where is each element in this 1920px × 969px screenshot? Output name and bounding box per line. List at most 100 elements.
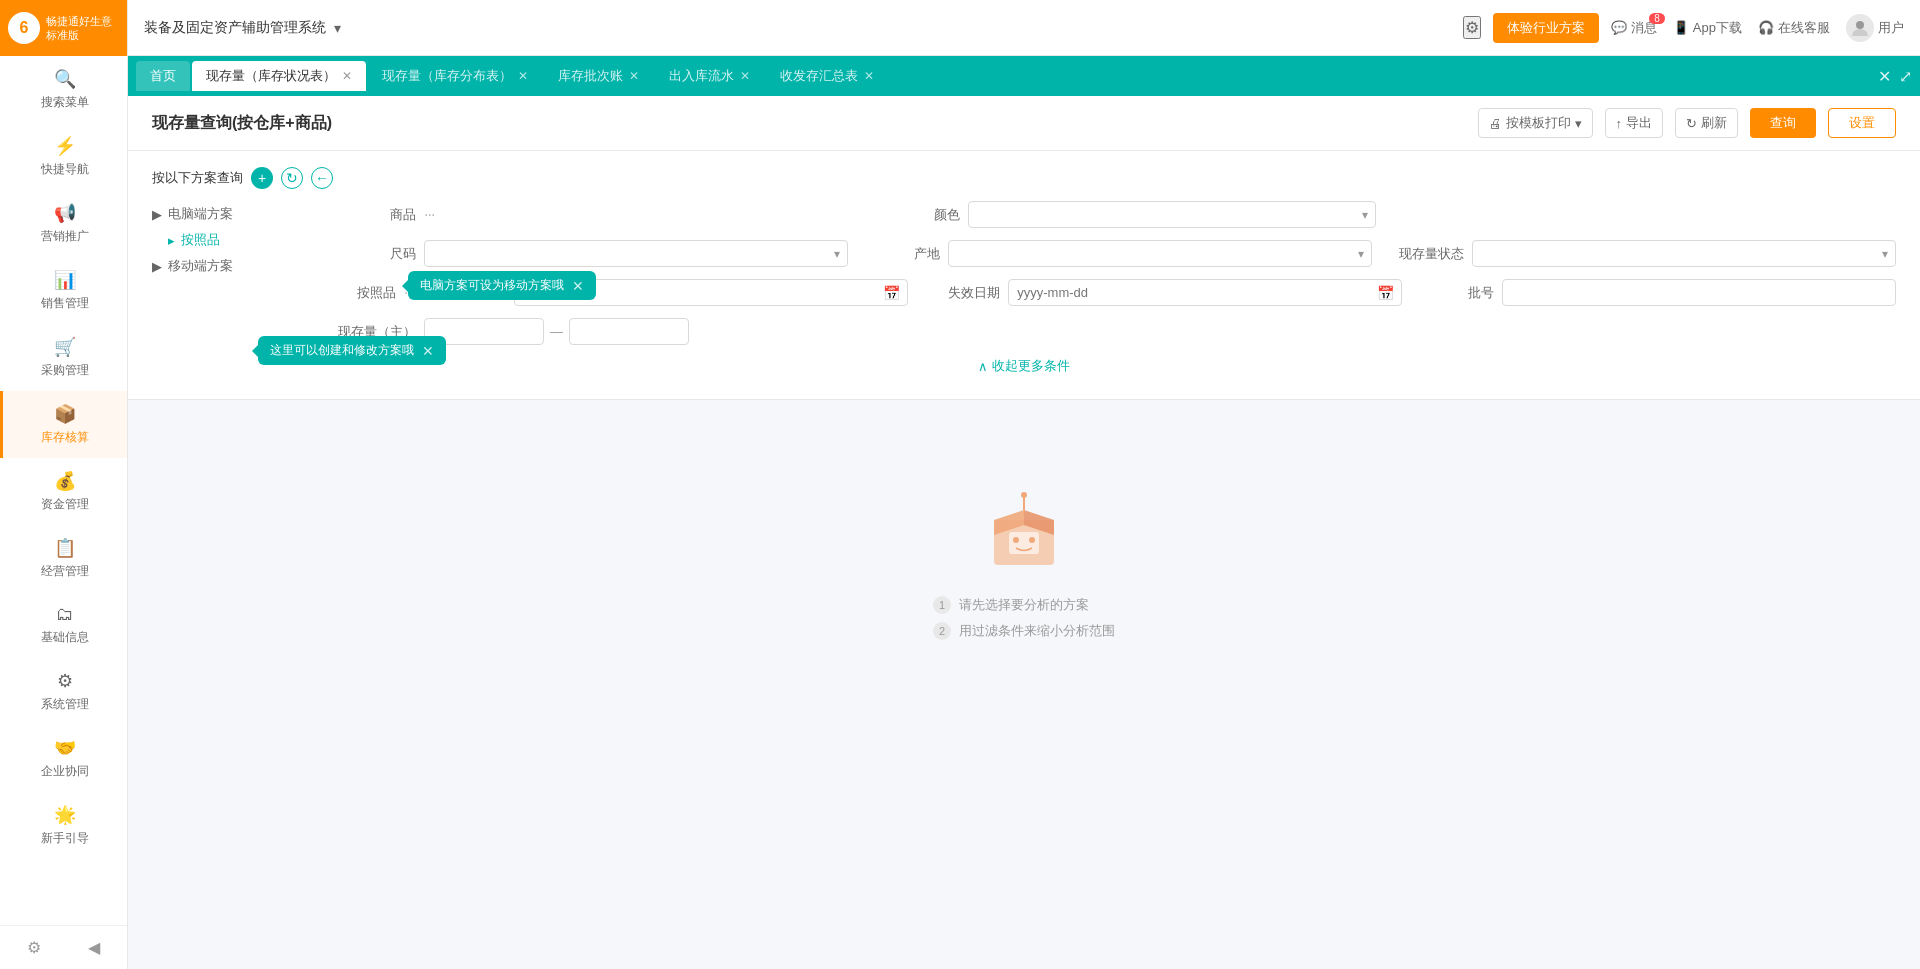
search-button[interactable]: 查询 <box>1750 108 1816 138</box>
topbar: 装备及固定资产辅助管理系统 ▾ ⚙ 体验行业方案 💬 消息 8 📱 App下载 … <box>128 0 1920 56</box>
print-dropdown-icon: ▾ <box>1575 116 1582 131</box>
enterprise-icon: 🤝 <box>54 737 76 759</box>
stock-main-to[interactable] <box>569 318 689 345</box>
sidebar-logo: 6 畅捷通好生意 标准版 <box>0 0 127 56</box>
logo-icon: 6 <box>8 12 40 44</box>
sidebar-item-search-menu[interactable]: 🔍 搜索菜单 <box>0 56 127 123</box>
cycle-scheme-button[interactable]: ↻ <box>281 167 303 189</box>
exp-date-label: 失效日期 <box>920 284 1000 302</box>
sidebar-item-marketing[interactable]: 📢 营销推广 <box>0 190 127 257</box>
print-button[interactable]: 🖨 按模板打印 ▾ <box>1478 108 1593 138</box>
mobile-scheme-item[interactable]: ▶ 移动端方案 <box>152 253 312 279</box>
quick-nav-icon: ⚡ <box>54 135 76 157</box>
scheme-sub-item[interactable]: ▸ 按照品 <box>168 227 312 253</box>
refresh-icon: ↻ <box>1686 116 1697 131</box>
app-download-icon: 📱 <box>1673 20 1689 35</box>
sidebar-item-guide[interactable]: 🌟 新手引导 <box>0 792 127 859</box>
tab-maximize-btn[interactable]: ⤢ <box>1899 67 1912 86</box>
export-button[interactable]: ↑ 导出 <box>1605 108 1664 138</box>
sidebar-item-finance[interactable]: 💰 资金管理 <box>0 458 127 525</box>
svg-point-3 <box>1013 537 1019 543</box>
filter-row-2: 尺码 ▾ 产地 ▾ <box>336 240 1896 267</box>
tab-in-out-flow[interactable]: 出入库流水 ✕ <box>655 61 764 91</box>
sidebar-item-base-info[interactable]: 🗂 基础信息 <box>0 592 127 658</box>
stock-main-range: — <box>424 318 689 345</box>
sidebar-collapse-btn[interactable]: ◀ <box>88 938 100 957</box>
size-select-wrapper: ▾ <box>424 240 848 267</box>
exp-date-wrapper: 📅 <box>1008 279 1402 306</box>
refresh-button[interactable]: ↻ 刷新 <box>1675 108 1738 138</box>
size-select[interactable] <box>424 240 848 267</box>
tab-inventory-status[interactable]: 现存量（库存状况表） ✕ <box>192 61 366 91</box>
scheme-sub-label: 按照品 <box>181 231 220 249</box>
tab-home[interactable]: 首页 <box>136 61 190 91</box>
sidebar-item-label: 库存核算 <box>41 429 89 446</box>
stock-status-select[interactable] <box>1472 240 1896 267</box>
tab-collect-send[interactable]: 收发存汇总表 ✕ <box>766 61 888 91</box>
goods-label: 商品 <box>336 206 416 224</box>
app-download-item[interactable]: 📱 App下载 <box>1673 19 1742 37</box>
notification-icon: 💬 <box>1611 20 1627 35</box>
system-name: 装备及固定资产辅助管理系统 ▾ <box>144 19 1451 37</box>
tab-batch-account[interactable]: 库存批次账 ✕ <box>544 61 653 91</box>
tab-batch-account-close[interactable]: ✕ <box>629 69 639 83</box>
tab-inventory-dist-close[interactable]: ✕ <box>518 69 528 83</box>
tooltip-bubble-left: 这里可以创建和修改方案哦 ✕ <box>258 336 446 365</box>
stock-status-label: 现存量状态 <box>1384 245 1464 263</box>
exp-date-input[interactable] <box>1008 279 1402 306</box>
sidebar-item-purchase[interactable]: 🛒 采购管理 <box>0 324 127 391</box>
desktop-scheme-item[interactable]: ▶ 电脑端方案 <box>152 201 312 227</box>
filter-section: 按以下方案查询 + ↻ ← 电脑方案可设为移动方案哦 ✕ 这里可以创建和修改方案… <box>128 151 1920 400</box>
sidebar-item-inventory[interactable]: 📦 库存核算 <box>0 391 127 458</box>
field-origin: 产地 ▾ <box>860 240 1372 267</box>
batch-no-input[interactable] <box>1502 279 1896 306</box>
sys-mgmt-icon: ⚙ <box>57 670 73 692</box>
svg-point-4 <box>1029 537 1035 543</box>
empty-tip-1: 1 请先选择要分析的方案 <box>933 596 1115 614</box>
tooltip-top-close[interactable]: ✕ <box>572 278 584 294</box>
settings-button[interactable]: 设置 <box>1828 108 1896 138</box>
sidebar-item-enterprise[interactable]: 🤝 企业协同 <box>0 725 127 792</box>
stock-status-select-wrapper: ▾ <box>1472 240 1896 267</box>
tab-inventory-status-close[interactable]: ✕ <box>342 69 352 83</box>
desktop-scheme-children: ▸ 按照品 <box>168 227 312 253</box>
sidebar-item-sales[interactable]: 📊 销售管理 <box>0 257 127 324</box>
svg-point-6 <box>1021 492 1027 498</box>
field-stock-status: 现存量状态 ▾ <box>1384 240 1896 267</box>
add-scheme-button[interactable]: + <box>251 167 273 189</box>
mobile-scheme-label: 移动端方案 <box>168 257 233 275</box>
tab-minimize-btn[interactable]: ✕ <box>1878 67 1891 86</box>
page-content: 现存量查询(按仓库+商品) 🖨 按模板打印 ▾ ↑ 导出 ↻ 刷新 <box>128 96 1920 969</box>
tip-text-1: 请先选择要分析的方案 <box>959 596 1089 614</box>
sidebar-item-operations[interactable]: 📋 经营管理 <box>0 525 127 592</box>
tab-batch-account-label: 库存批次账 <box>558 67 623 85</box>
sidebar-item-label: 营销推广 <box>41 228 89 245</box>
color-select[interactable] <box>968 201 1376 228</box>
field-size: 尺码 ▾ <box>336 240 848 267</box>
goods-dots[interactable]: ··· <box>424 206 434 224</box>
field-goods: 商品 ··· <box>336 206 832 224</box>
tab-collect-send-close[interactable]: ✕ <box>864 69 874 83</box>
tab-inventory-dist[interactable]: 现存量（库存分布表） ✕ <box>368 61 542 91</box>
system-dropdown-icon[interactable]: ▾ <box>334 20 341 36</box>
sidebar-item-sys-mgmt[interactable]: ⚙ 系统管理 <box>0 658 127 725</box>
category-label: 按照品 <box>336 284 396 302</box>
back-scheme-button[interactable]: ← <box>311 167 333 189</box>
tab-in-out-flow-close[interactable]: ✕ <box>740 69 750 83</box>
tab-collect-send-label: 收发存汇总表 <box>780 67 858 85</box>
user-item[interactable]: 用户 <box>1846 14 1904 42</box>
sidebar-item-quick-nav[interactable]: ⚡ 快捷导航 <box>0 123 127 190</box>
industry-button[interactable]: 体验行业方案 <box>1493 13 1599 43</box>
origin-select-wrapper: ▾ <box>948 240 1372 267</box>
origin-select[interactable] <box>948 240 1372 267</box>
sidebar-settings-btn[interactable]: ⚙ <box>27 938 41 957</box>
online-support-item[interactable]: 🎧 在线客服 <box>1758 19 1830 37</box>
gear-button[interactable]: ⚙ <box>1463 16 1481 39</box>
scheme-panel: ▶ 电脑端方案 ▸ 按照品 ▶ 移动端方案 <box>152 201 312 349</box>
filter-header: 按以下方案查询 + ↻ ← <box>152 167 1896 189</box>
tooltip-left-close[interactable]: ✕ <box>422 343 434 359</box>
tooltip-bubble-top: 电脑方案可设为移动方案哦 ✕ <box>408 271 596 300</box>
sidebar-item-label: 新手引导 <box>41 830 89 847</box>
sidebar-item-label: 快捷导航 <box>41 161 89 178</box>
notification-item[interactable]: 💬 消息 8 <box>1611 19 1657 37</box>
